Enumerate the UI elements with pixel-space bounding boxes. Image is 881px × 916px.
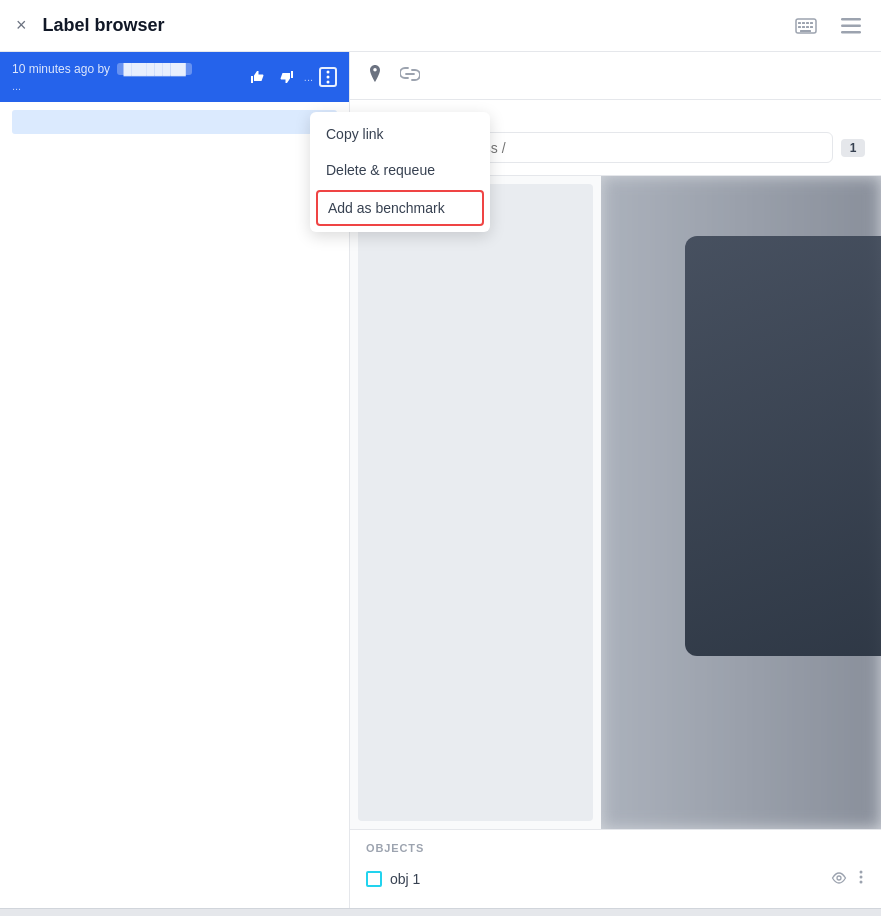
main-layout: 10 minutes ago by ████████ ... xyxy=(0,52,881,908)
item-label-bar xyxy=(12,110,337,134)
thumbs-down-button[interactable] xyxy=(274,67,298,87)
link-icon[interactable] xyxy=(400,65,420,87)
copy-link-item[interactable]: Copy link xyxy=(310,116,490,152)
svg-point-18 xyxy=(837,876,841,880)
object-row: obj 1 xyxy=(366,862,865,896)
svg-rect-8 xyxy=(810,26,813,28)
tools-badge: 1 xyxy=(841,139,865,157)
svg-rect-11 xyxy=(841,24,861,27)
context-menu: Copy link Delete & requeue Add as benchm… xyxy=(310,112,490,232)
obj-label: obj 1 xyxy=(390,871,821,887)
svg-point-20 xyxy=(860,876,863,879)
svg-rect-6 xyxy=(802,26,805,28)
objects-label: OBJECTS xyxy=(366,842,865,854)
svg-point-13 xyxy=(327,71,330,74)
more-options-button[interactable] xyxy=(319,67,337,87)
obj-color-box xyxy=(366,871,382,887)
svg-rect-2 xyxy=(802,22,805,24)
svg-rect-3 xyxy=(806,22,809,24)
item-meta: 10 minutes ago by ████████ xyxy=(12,62,238,76)
svg-rect-7 xyxy=(806,26,809,28)
add-benchmark-item[interactable]: Add as benchmark xyxy=(316,190,484,226)
image-subject xyxy=(685,236,881,656)
left-panel: 10 minutes ago by ████████ ... xyxy=(0,52,350,908)
delete-requeue-item[interactable]: Delete & requeue xyxy=(310,152,490,188)
svg-point-21 xyxy=(860,881,863,884)
header: × Label browser xyxy=(0,0,881,52)
toolbar-icons-row xyxy=(350,52,881,100)
canvas-area[interactable] xyxy=(358,184,593,821)
dots-right: ... xyxy=(304,71,313,83)
close-button[interactable]: × xyxy=(16,15,27,36)
thumbs-up-button[interactable] xyxy=(246,67,270,87)
obj-visibility-button[interactable] xyxy=(829,868,849,890)
page-title: Label browser xyxy=(43,15,775,36)
keyboard-icon[interactable] xyxy=(791,14,821,38)
dots-left: ... xyxy=(12,80,21,92)
svg-rect-12 xyxy=(841,31,861,34)
bottom-bar xyxy=(0,908,881,916)
objects-section: OBJECTS obj 1 xyxy=(350,829,881,908)
svg-point-15 xyxy=(327,81,330,84)
svg-point-19 xyxy=(860,871,863,874)
image-area xyxy=(601,176,881,829)
left-panel-content xyxy=(0,142,349,908)
item-actions: ... xyxy=(246,67,337,87)
username-blur: ████████ xyxy=(117,63,191,75)
svg-rect-5 xyxy=(798,26,801,28)
svg-rect-1 xyxy=(798,22,801,24)
canvas-image-area xyxy=(350,176,881,829)
pin-icon[interactable] xyxy=(366,64,384,88)
svg-rect-9 xyxy=(800,30,811,32)
obj-more-button[interactable] xyxy=(857,868,865,890)
item-row: 10 minutes ago by ████████ ... xyxy=(0,52,349,102)
menu-icon[interactable] xyxy=(837,14,865,38)
svg-rect-10 xyxy=(841,18,861,21)
svg-rect-4 xyxy=(810,22,813,24)
svg-point-14 xyxy=(327,76,330,79)
